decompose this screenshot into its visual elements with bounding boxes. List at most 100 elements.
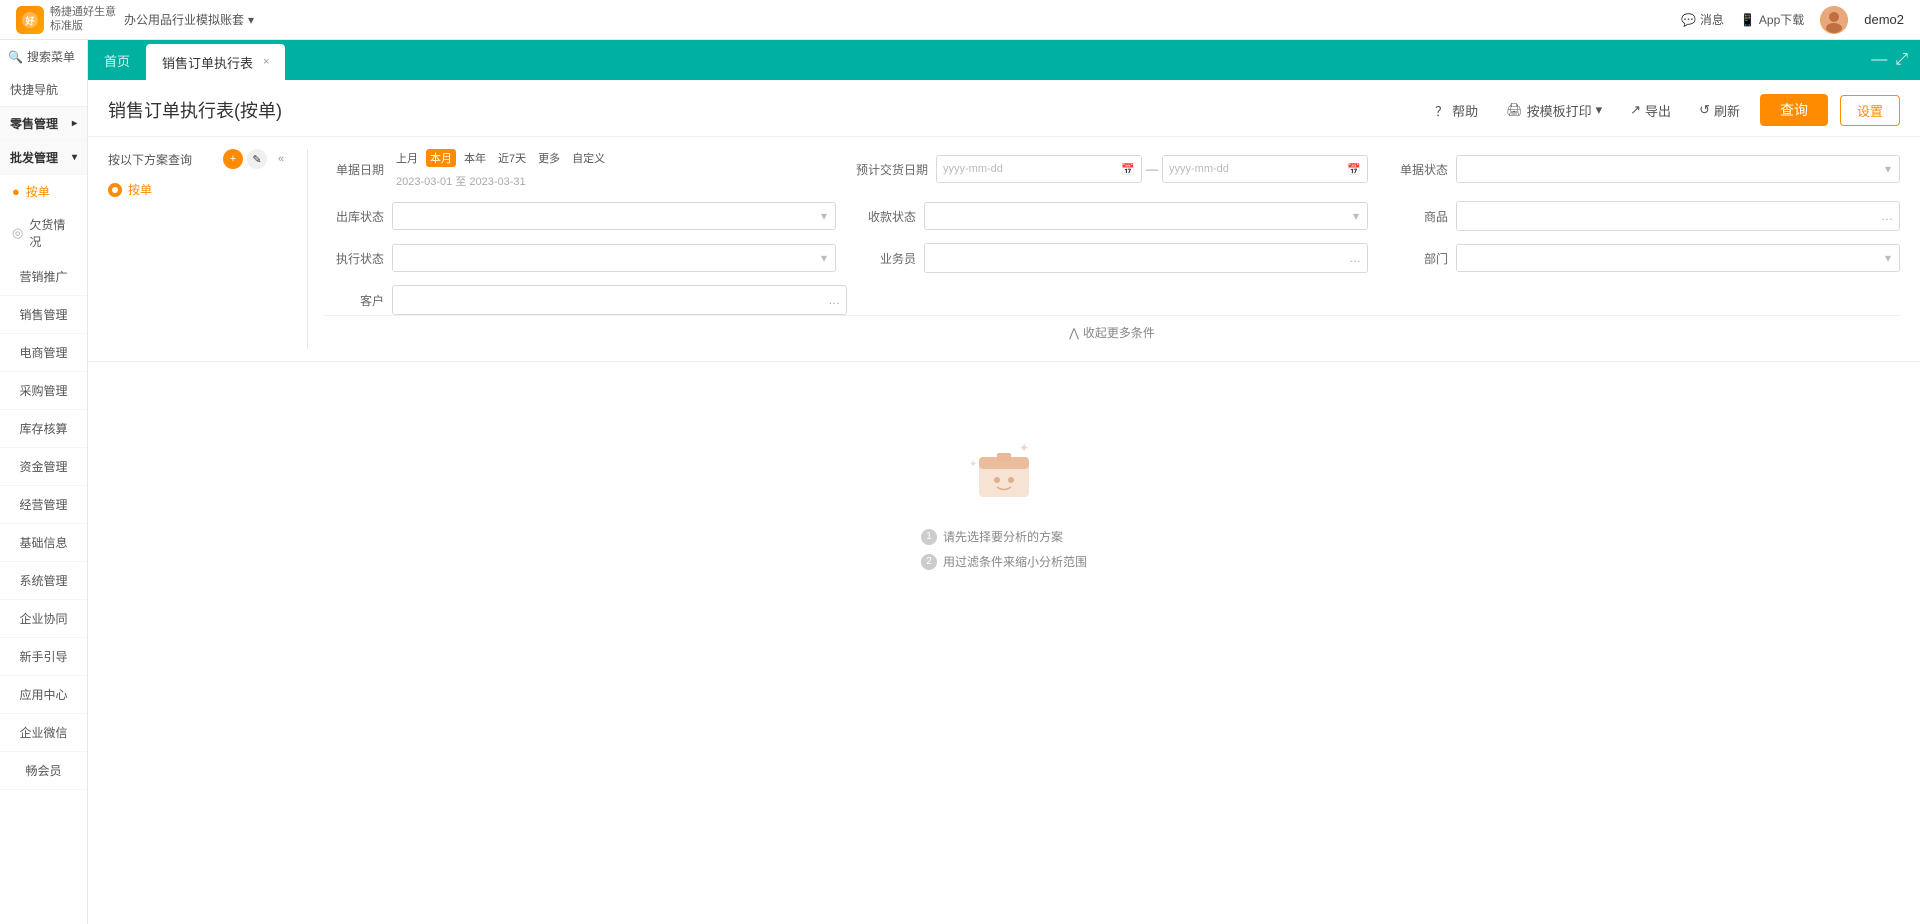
edit-scheme-icon[interactable]: ✎ [247,149,267,169]
goods-input-wrapper: … [1456,201,1900,231]
filter-goods: 商品 … [1388,201,1900,231]
tab-bar: 首页 销售订单执行表 × — ⤢ [88,40,1920,80]
doc-date-control: 上月 本月 本年 近7天 更多 自定义 2023-03-01 至 2023-03… [392,149,836,189]
goods-control: … [1456,201,1900,231]
template-print-button[interactable]: 🖨 按模板打印 ▾ [1498,97,1610,124]
expected-date-end[interactable]: yyyy-mm-dd 📅 [1162,155,1368,183]
doc-status-label: 单据状态 [1388,161,1448,178]
add-scheme-icon[interactable]: + [223,149,243,169]
shortcut-this-month[interactable]: 本月 [426,149,456,167]
sidebar-subitem-欠货[interactable]: ◎ 欠货情况 [0,208,87,258]
message-button[interactable]: 💬 消息 [1681,11,1724,28]
empty-tips: 1 请先选择要分析的方案 2 用过滤条件来缩小分析范围 [921,528,1087,570]
customer-more-icon[interactable]: … [822,286,846,314]
avatar[interactable] [1820,6,1848,34]
shortcut-this-year[interactable]: 本年 [460,149,490,167]
chevron-down-icon: ▾ [1885,251,1891,265]
logo-text: 畅捷通好生意 标准版 [50,6,116,32]
sidebar-item-ecommerce[interactable]: 电商管理 [0,334,87,372]
collapse-button[interactable]: ⋀ 收起更多条件 [1057,322,1167,343]
tab-home[interactable]: 首页 [88,40,146,80]
filter-row-4: 客户 … [324,285,1900,315]
nav-selector[interactable]: 办公用品行业模拟账套 ▾ [124,11,254,28]
customer-control: … [392,285,847,315]
tab-sales-exec[interactable]: 销售订单执行表 × [146,44,285,80]
shortcut-custom[interactable]: 自定义 [568,149,609,167]
shortcut-last-month[interactable]: 上月 [392,149,422,167]
sidebar-item-wholesale[interactable]: 批发管理 ▾ [0,141,87,175]
empty-state: ✦ ✦ 1 请先选择要分析的方案 2 用过滤条件来缩小分析范围 [88,362,1920,630]
salesperson-more-icon[interactable]: … [1343,244,1367,272]
query-button[interactable]: 查询 [1760,94,1828,126]
tab-maximize-icon[interactable]: ⤢ [1895,51,1908,69]
doc-status-select[interactable]: ▾ [1456,155,1900,183]
goods-input[interactable] [1457,202,1875,230]
sidebar-item-operations[interactable]: 经营管理 [0,486,87,524]
chevron-down-icon: ▾ [1885,162,1891,176]
date-shortcuts: 上月 本月 本年 近7天 更多 自定义 [392,149,836,167]
svg-text:好: 好 [24,15,34,26]
export-button[interactable]: ↗ 导出 [1622,97,1679,124]
salesperson-input[interactable] [925,244,1343,272]
sidebar-item-wechat[interactable]: 企业微信 [0,714,87,752]
page-actions: ？ 帮助 🖨 按模板打印 ▾ ↗ 导出 ↺ [1427,94,1900,126]
sidebar-subitem-按单[interactable]: ● 按单 [0,175,87,208]
expected-date-start[interactable]: yyyy-mm-dd 📅 [936,155,1142,183]
filter-row-2: 出库状态 ▾ 收款状态 [324,201,1900,231]
shortcut-7days[interactable]: 近7天 [494,149,530,167]
sidebar: 🔍 搜索菜单 快捷导航 零售管理 ▸ 批发管理 ▾ ● 按单 ◎ 欠货情况 营销… [0,40,88,924]
empty-tip-1: 1 请先选择要分析的方案 [921,528,1087,545]
svg-text:✦: ✦ [969,459,977,470]
logo-area: 好 畅捷通好生意 标准版 [16,6,116,34]
page-title-bar: 销售订单执行表(按单) ？ 帮助 🖨 按模板打印 ▾ ↗ [88,80,1920,137]
payment-status-select[interactable]: ▾ [924,202,1368,230]
sidebar-item-inventory[interactable]: 库存核算 [0,410,87,448]
sidebar-item-retail[interactable]: 零售管理 ▸ [0,107,87,141]
collapse-scheme-icon[interactable]: « [271,149,291,169]
tab-minimize-icon[interactable]: — [1871,51,1887,69]
tab-close-icon[interactable]: × [263,56,269,68]
quick-nav-item[interactable]: 快捷导航 [0,73,87,107]
refresh-icon: ↺ [1699,102,1710,118]
customer-input[interactable] [393,286,822,314]
filter-scheme-header: 按以下方案查询 + ✎ « [108,149,291,169]
refresh-button[interactable]: ↺ 刷新 [1691,97,1748,124]
settings-button[interactable]: 设置 [1840,95,1900,126]
exec-status-select[interactable]: ▾ [392,244,836,272]
sidebar-item-apps[interactable]: 应用中心 [0,676,87,714]
chevron-down-icon: ▾ [1596,102,1603,118]
goods-more-icon[interactable]: … [1875,202,1899,230]
ship-status-label: 出库状态 [324,208,384,225]
page-content: 销售订单执行表(按单) ？ 帮助 🖨 按模板打印 ▾ ↗ [88,80,1920,924]
app-download-button[interactable]: 📱 App下载 [1740,11,1804,28]
sidebar-item-marketing[interactable]: 营销推广 [0,258,87,296]
customer-label: 客户 [324,292,384,309]
sidebar-item-sales[interactable]: 销售管理 [0,296,87,334]
filter-salesperson: 业务员 … [856,243,1368,273]
print-icon: 🖨 [1506,102,1523,118]
calendar-icon: 📅 [1121,163,1135,176]
customer-input-wrapper: … [392,285,847,315]
salesperson-control: … [924,243,1368,273]
scheme-item-按单[interactable]: 按单 [108,177,291,202]
expected-date-control: yyyy-mm-dd 📅 — yyyy-mm-dd 📅 [936,155,1368,183]
sidebar-item-newbie[interactable]: 新手引导 [0,638,87,676]
download-icon: 📱 [1740,13,1755,27]
sidebar-item-system[interactable]: 系统管理 [0,562,87,600]
sidebar-item-finance[interactable]: 资金管理 [0,448,87,486]
payment-status-label: 收款状态 [856,208,916,225]
dept-select[interactable]: ▾ [1456,244,1900,272]
help-button[interactable]: ？ 帮助 [1427,97,1486,124]
sidebar-item-enterprise[interactable]: 企业协同 [0,600,87,638]
search-menu-item[interactable]: 🔍 搜索菜单 [0,40,87,73]
filter-exec-status: 执行状态 ▾ [324,243,836,273]
header-right: 💬 消息 📱 App下载 demo2 [1681,6,1904,34]
sidebar-item-purchase[interactable]: 采购管理 [0,372,87,410]
chevron-down-icon: ▾ [821,209,827,223]
expected-date-label: 预计交货日期 [856,161,928,178]
chevron-down-icon: ▾ [1353,209,1359,223]
sidebar-item-member[interactable]: 畅会员 [0,752,87,790]
shortcut-more[interactable]: 更多 [534,149,564,167]
sidebar-item-basic[interactable]: 基础信息 [0,524,87,562]
ship-status-select[interactable]: ▾ [392,202,836,230]
